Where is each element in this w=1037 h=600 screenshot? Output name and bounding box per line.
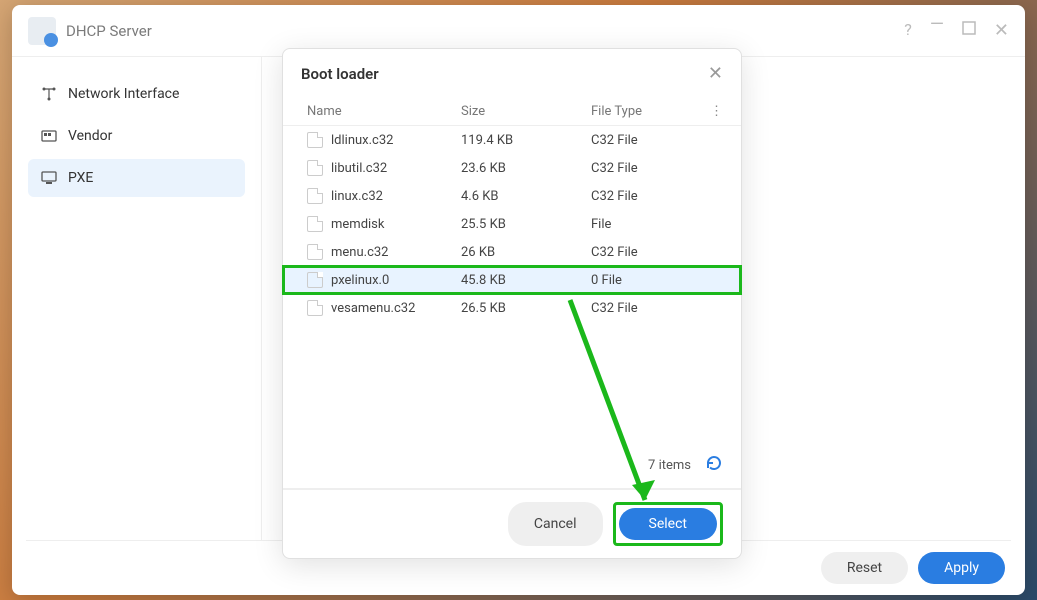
file-type: C32 File [591,245,723,260]
file-row[interactable]: ldlinux.c32 119.4 KBC32 File [283,126,741,154]
file-type: C32 File [591,189,723,204]
maximize-icon[interactable] [962,20,976,41]
apply-button[interactable]: Apply [918,552,1005,584]
file-row[interactable]: libutil.c32 23.6 KBC32 File [283,154,741,182]
column-name[interactable]: Name [301,104,461,119]
sidebar: Network Interface Vendor PXE [12,57,262,540]
file-icon [307,160,323,176]
file-name: memdisk [331,217,385,232]
file-name: libutil.c32 [331,161,387,176]
pxe-icon [40,169,58,187]
file-row[interactable]: memdisk 25.5 KBFile [283,210,741,238]
help-icon[interactable]: ? [904,20,912,41]
sidebar-item-label: Network Interface [68,86,179,102]
file-name: linux.c32 [331,189,383,204]
boot-loader-dialog: Boot loader ✕ Name Size File Type ⋮ ldli… [282,48,742,559]
vendor-icon [40,127,58,145]
minimize-icon[interactable]: — [930,20,944,41]
file-icon [307,272,323,288]
sidebar-item-label: Vendor [68,128,112,144]
app-icon [28,17,56,45]
sidebar-item-pxe[interactable]: PXE [28,159,245,197]
file-row[interactable]: menu.c32 26 KBC32 File [283,238,741,266]
dialog-close-icon[interactable]: ✕ [708,63,723,84]
file-name: vesamenu.c32 [331,301,415,316]
file-list: ldlinux.c32119.4 KBC32 Filelibutil.c3223… [283,126,741,322]
close-icon[interactable]: ✕ [994,20,1009,41]
file-row[interactable]: linux.c32 4.6 KBC32 File [283,182,741,210]
file-type: File [591,217,723,232]
column-type[interactable]: File Type [591,104,710,119]
file-icon [307,244,323,260]
file-icon [307,216,323,232]
file-name: pxelinux.0 [331,273,389,288]
file-type: C32 File [591,301,723,316]
item-count-label: 7 items [648,458,691,473]
refresh-icon[interactable] [705,454,723,476]
file-size: 26.5 KB [461,301,591,316]
file-size: 25.5 KB [461,217,591,232]
select-button-highlight: Select [613,502,723,546]
file-name: menu.c32 [331,245,388,260]
file-icon [307,132,323,148]
file-size: 45.8 KB [461,273,591,288]
network-icon [40,85,58,103]
file-row[interactable]: vesamenu.c32 26.5 KBC32 File [283,294,741,322]
sidebar-item-vendor[interactable]: Vendor [28,117,245,155]
file-row[interactable]: pxelinux.0 45.8 KB0 File [283,266,741,294]
dialog-title: Boot loader [301,65,379,83]
column-options-icon[interactable]: ⋮ [710,104,723,119]
file-type: C32 File [591,161,723,176]
file-size: 4.6 KB [461,189,591,204]
file-type: C32 File [591,133,723,148]
file-table-header: Name Size File Type ⋮ [283,98,741,126]
file-type: 0 File [591,273,723,288]
file-name: ldlinux.c32 [331,133,393,148]
cancel-button[interactable]: Cancel [508,502,603,546]
window-title: DHCP Server [66,22,152,40]
reset-button[interactable]: Reset [821,552,908,584]
file-icon [307,300,323,316]
column-size[interactable]: Size [461,104,591,119]
file-size: 26 KB [461,245,591,260]
select-button[interactable]: Select [619,508,717,540]
sidebar-item-network-interface[interactable]: Network Interface [28,75,245,113]
file-size: 23.6 KB [461,161,591,176]
sidebar-item-label: PXE [68,170,93,186]
file-icon [307,188,323,204]
file-size: 119.4 KB [461,133,591,148]
